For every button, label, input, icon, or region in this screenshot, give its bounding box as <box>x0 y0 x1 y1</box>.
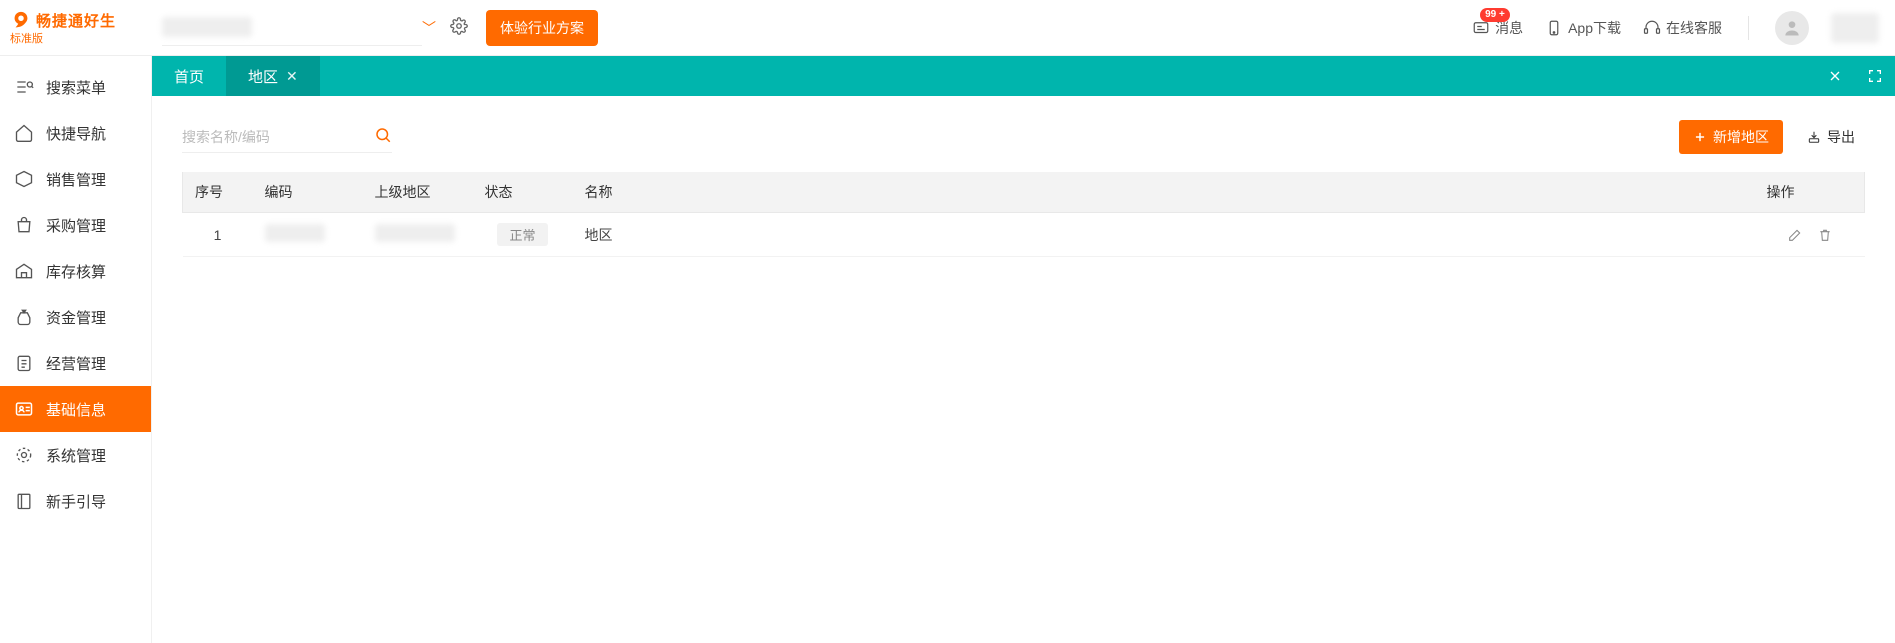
tag-icon <box>14 169 34 189</box>
plus-icon <box>1693 130 1707 144</box>
blurred-value <box>265 224 325 242</box>
logo-block: 畅捷通好生 标准版 <box>0 10 152 46</box>
sidebar-item-label: 资金管理 <box>46 307 106 328</box>
close-all-tabs-button[interactable] <box>1815 56 1855 96</box>
sidebar-item-inventory[interactable]: 库存核算 <box>0 248 151 294</box>
sidebar-item-sales[interactable]: 销售管理 <box>0 156 151 202</box>
header-actions: 99 + 消息 App下载 在线客服 <box>1472 11 1879 45</box>
sidebar-item-operations[interactable]: 经营管理 <box>0 340 151 386</box>
tab-region[interactable]: 地区 ✕ <box>226 56 320 96</box>
sidebar-item-label: 采购管理 <box>46 215 106 236</box>
brand-logo-text: 畅捷通好生 <box>36 10 116 31</box>
chevron-down-icon[interactable]: ﹀ <box>422 18 436 38</box>
sidebar: 搜索菜单 快捷导航 销售管理 采购管理 库存核算 资金管理 <box>0 56 152 643</box>
brand-logo-icon <box>10 10 32 32</box>
sidebar-item-guide[interactable]: 新手引导 <box>0 478 151 524</box>
settings-gear-icon[interactable] <box>450 17 468 38</box>
user-name-blurred <box>1831 13 1879 43</box>
tab-label: 地区 <box>248 66 278 87</box>
user-avatar[interactable] <box>1775 11 1809 45</box>
tab-home[interactable]: 首页 <box>152 56 226 96</box>
sidebar-item-quick-nav[interactable]: 快捷导航 <box>0 110 151 156</box>
th-parent: 上级地区 <box>363 172 473 213</box>
messages-button[interactable]: 99 + 消息 <box>1472 18 1523 38</box>
company-name <box>162 17 252 37</box>
table-row: 1 正常 地区 <box>183 213 1865 257</box>
sidebar-item-funds[interactable]: 资金管理 <box>0 294 151 340</box>
tab-bar: 首页 地区 ✕ <box>152 56 1895 96</box>
sidebar-item-label: 经营管理 <box>46 353 106 374</box>
warehouse-icon <box>14 261 34 281</box>
cell-ops <box>1755 213 1865 257</box>
close-icon <box>1827 68 1843 84</box>
content-area: 新增地区 导出 序号 编码 上级地区 状态 名称 <box>152 96 1895 257</box>
edit-icon[interactable] <box>1787 227 1803 243</box>
cell-status: 正常 <box>473 213 573 257</box>
money-bag-icon <box>14 307 34 327</box>
export-button[interactable]: 导出 <box>1797 120 1865 154</box>
cell-parent <box>363 213 473 257</box>
id-card-icon <box>14 399 34 419</box>
settings-icon <box>14 445 34 465</box>
messages-badge: 99 + <box>1480 8 1510 22</box>
sidebar-item-system[interactable]: 系统管理 <box>0 432 151 478</box>
close-icon[interactable]: ✕ <box>286 68 298 85</box>
main-area: 首页 地区 ✕ <box>152 56 1895 643</box>
fullscreen-icon <box>1867 68 1883 84</box>
company-selector[interactable] <box>162 10 422 46</box>
clipboard-icon <box>14 353 34 373</box>
th-ops: 操作 <box>1755 172 1865 213</box>
cell-name: 地区 <box>573 213 1755 257</box>
sidebar-item-basic-info[interactable]: 基础信息 <box>0 386 151 432</box>
cell-code <box>253 213 363 257</box>
delete-icon[interactable] <box>1817 227 1833 243</box>
search-wrap <box>182 121 392 153</box>
fullscreen-button[interactable] <box>1855 56 1895 96</box>
headset-icon <box>1643 19 1661 37</box>
export-label: 导出 <box>1827 127 1855 147</box>
sidebar-item-label: 快捷导航 <box>46 123 106 144</box>
tab-label: 首页 <box>174 66 204 87</box>
sidebar-item-label: 库存核算 <box>46 261 106 282</box>
online-service-button[interactable]: 在线客服 <box>1643 18 1722 38</box>
online-service-label: 在线客服 <box>1666 18 1722 38</box>
blurred-value <box>375 224 455 242</box>
search-input[interactable] <box>182 129 374 145</box>
app-download-button[interactable]: App下载 <box>1545 18 1621 38</box>
th-status: 状态 <box>473 172 573 213</box>
user-icon <box>1782 18 1802 38</box>
add-region-label: 新增地区 <box>1713 127 1769 147</box>
book-icon <box>14 491 34 511</box>
sidebar-item-label: 新手引导 <box>46 491 106 512</box>
sidebar-item-search-menu[interactable]: 搜索菜单 <box>0 64 151 110</box>
cell-order: 1 <box>183 213 253 257</box>
sidebar-item-label: 基础信息 <box>46 399 106 420</box>
brand-edition: 标准版 <box>10 30 43 46</box>
divider <box>1748 16 1749 40</box>
region-table: 序号 编码 上级地区 状态 名称 操作 1 正常 <box>182 172 1865 257</box>
experience-industry-button[interactable]: 体验行业方案 <box>486 10 598 46</box>
th-code: 编码 <box>253 172 363 213</box>
bag-icon <box>14 215 34 235</box>
content-toolbar: 新增地区 导出 <box>182 120 1865 154</box>
sidebar-item-label: 搜索菜单 <box>46 77 106 98</box>
search-menu-icon <box>14 77 34 97</box>
status-badge: 正常 <box>497 223 547 246</box>
search-icon[interactable] <box>374 126 392 147</box>
sidebar-item-purchase[interactable]: 采购管理 <box>0 202 151 248</box>
add-region-button[interactable]: 新增地区 <box>1679 120 1783 154</box>
th-name: 名称 <box>573 172 1755 213</box>
top-header: 畅捷通好生 标准版 ﹀ 体验行业方案 99 + 消息 App下载 <box>0 0 1895 56</box>
th-order: 序号 <box>183 172 253 213</box>
export-icon <box>1807 130 1821 144</box>
app-download-label: App下载 <box>1568 18 1621 38</box>
sidebar-item-label: 销售管理 <box>46 169 106 190</box>
sidebar-item-label: 系统管理 <box>46 445 106 466</box>
home-icon <box>14 123 34 143</box>
phone-icon <box>1545 19 1563 37</box>
